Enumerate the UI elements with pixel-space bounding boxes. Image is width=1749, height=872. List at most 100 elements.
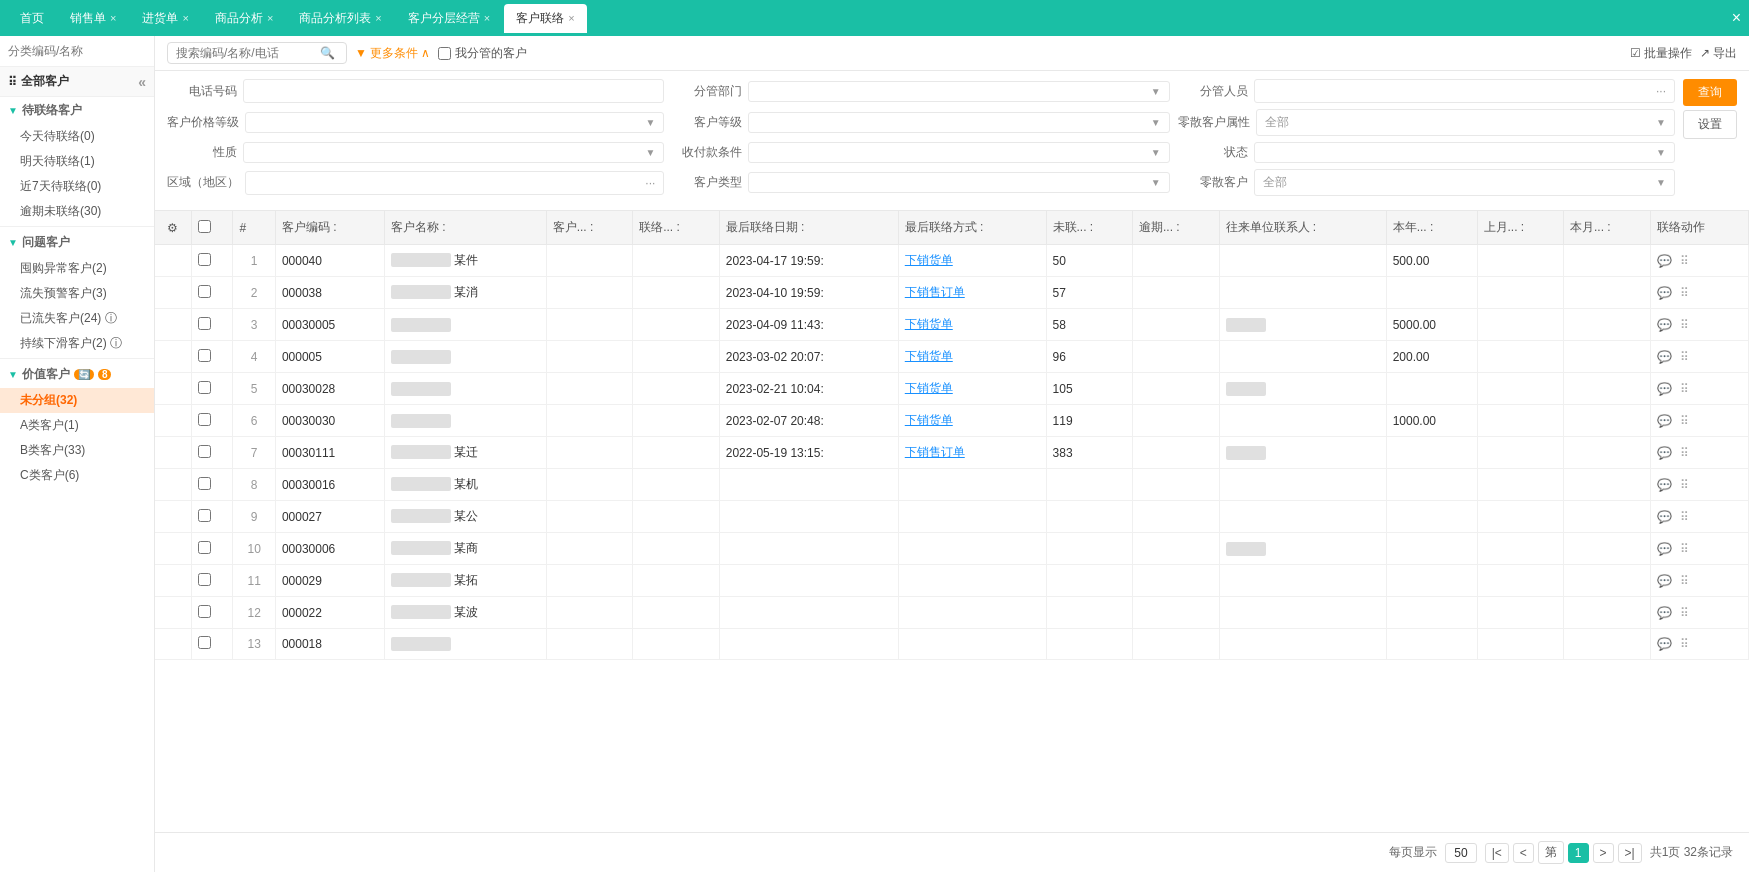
close-icon[interactable]: × (568, 12, 574, 24)
close-icon[interactable]: × (182, 12, 188, 24)
sidebar-search-input[interactable] (8, 44, 155, 58)
more-action-icon[interactable]: ⠿ (1680, 637, 1689, 651)
last-contact-method-cell[interactable] (898, 533, 1046, 565)
checkbox-cell[interactable] (191, 533, 233, 565)
price-tier-select[interactable]: ▼ (245, 112, 664, 133)
settings-column-header[interactable]: ⚙ (155, 211, 191, 245)
last-month-column-header[interactable]: 上月... : (1477, 211, 1564, 245)
last-contact-method-cell[interactable]: 下销货单 (898, 245, 1046, 277)
chevron-down-icon[interactable]: ▼ (8, 237, 18, 248)
row-checkbox[interactable] (198, 349, 211, 362)
phone-action-icon[interactable]: 💬 (1657, 318, 1672, 332)
last-contact-method-column-header[interactable]: 最后联络方式 : (898, 211, 1046, 245)
my-customers-check-input[interactable] (438, 47, 451, 60)
row-checkbox[interactable] (198, 445, 211, 458)
more-action-icon[interactable]: ⠿ (1680, 510, 1689, 524)
phone-action-icon[interactable]: 💬 (1657, 254, 1672, 268)
phone-action-icon[interactable]: 💬 (1657, 350, 1672, 364)
row-checkbox[interactable] (198, 605, 211, 618)
nav-tab-product-analysis-list[interactable]: 商品分析列表 × (287, 4, 393, 33)
last-contact-method-cell[interactable] (898, 469, 1046, 501)
customer-type-column-header[interactable]: 客户... : (546, 211, 633, 245)
query-button[interactable]: 查询 (1683, 79, 1737, 106)
search-icon[interactable]: 🔍 (320, 46, 335, 60)
phone-action-icon[interactable]: 💬 (1657, 606, 1672, 620)
row-checkbox[interactable] (198, 285, 211, 298)
un-contact-column-header[interactable]: 未联... : (1046, 211, 1133, 245)
sidebar-item-class-b[interactable]: B类客户(33) (0, 438, 154, 463)
checkbox-cell[interactable] (191, 565, 233, 597)
contact-method-link[interactable]: 下销售订单 (905, 285, 965, 299)
manager-select[interactable]: ··· (1254, 79, 1675, 103)
more-action-icon[interactable]: ⠿ (1680, 350, 1689, 364)
phone-action-icon[interactable]: 💬 (1657, 637, 1672, 651)
sidebar-item-abnormal[interactable]: 囤购异常客户(2) (0, 256, 154, 281)
contact-column-header[interactable]: 联络... : (633, 211, 720, 245)
row-checkbox[interactable] (198, 413, 211, 426)
checkbox-cell[interactable] (191, 437, 233, 469)
more-action-icon[interactable]: ⠿ (1680, 574, 1689, 588)
phone-action-icon[interactable]: 💬 (1657, 446, 1672, 460)
more-action-icon[interactable]: ⠿ (1680, 606, 1689, 620)
nature-select[interactable]: ▼ (243, 142, 664, 163)
last-contact-method-cell[interactable]: 下销货单 (898, 373, 1046, 405)
export-button[interactable]: ↗ 导出 (1700, 45, 1737, 62)
sidebar-item-week-pending[interactable]: 近7天待联络(0) (0, 174, 154, 199)
first-page-button[interactable]: |< (1485, 843, 1509, 863)
checkbox-cell[interactable] (191, 341, 233, 373)
select-all-checkbox[interactable] (198, 220, 211, 233)
more-action-icon[interactable]: ⠿ (1680, 542, 1689, 556)
last-contact-method-cell[interactable]: 下销售订单 (898, 277, 1046, 309)
batch-operation-button[interactable]: ☑ 批量操作 (1630, 45, 1692, 62)
row-checkbox[interactable] (198, 317, 211, 330)
more-action-icon[interactable]: ⠿ (1680, 254, 1689, 268)
payment-select[interactable]: ▼ (748, 142, 1169, 163)
phone-action-icon[interactable]: 💬 (1657, 478, 1672, 492)
this-year-column-header[interactable]: 本年... : (1386, 211, 1477, 245)
nav-tab-purchase[interactable]: 进货单 × (130, 4, 200, 33)
row-checkbox[interactable] (198, 636, 211, 649)
row-checkbox[interactable] (198, 573, 211, 586)
prev-page-button[interactable]: < (1513, 843, 1534, 863)
nav-tab-product-analysis[interactable]: 商品分析 × (203, 4, 285, 33)
chevron-down-icon[interactable]: ▼ (8, 369, 18, 380)
phone-action-icon[interactable]: 💬 (1657, 542, 1672, 556)
phone-action-icon[interactable]: 💬 (1657, 382, 1672, 396)
next-page-button[interactable]: > (1593, 843, 1614, 863)
more-action-icon[interactable]: ⠿ (1680, 382, 1689, 396)
last-contact-method-cell[interactable] (898, 629, 1046, 660)
last-contact-method-cell[interactable]: 下销货单 (898, 341, 1046, 373)
search-input[interactable] (176, 46, 316, 60)
row-checkbox[interactable] (198, 541, 211, 554)
more-action-icon[interactable]: ⠿ (1680, 446, 1689, 460)
last-page-button[interactable]: >| (1618, 843, 1642, 863)
sidebar-item-churn-warning[interactable]: 流失预警客户(3) (0, 281, 154, 306)
sidebar-item-overdue-contact[interactable]: 逾期未联络(30) (0, 199, 154, 224)
nav-tab-sales[interactable]: 销售单 × (58, 4, 128, 33)
checkbox-cell[interactable] (191, 245, 233, 277)
more-filters-button[interactable]: ▼ 更多条件 ∧ (355, 45, 430, 62)
row-checkbox[interactable] (198, 477, 211, 490)
contact-method-link[interactable]: 下销货单 (905, 413, 953, 427)
more-action-icon[interactable]: ⠿ (1680, 318, 1689, 332)
phone-action-icon[interactable]: 💬 (1657, 574, 1672, 588)
sidebar-item-class-a[interactable]: A类客户(1) (0, 413, 154, 438)
checkbox-cell[interactable] (191, 469, 233, 501)
retail-attr-select[interactable]: 全部 ▼ (1256, 109, 1675, 136)
checkbox-cell[interactable] (191, 501, 233, 533)
sidebar-item-churned[interactable]: 已流失客户(24) ⓘ (0, 306, 154, 331)
contact-method-link[interactable]: 下销货单 (905, 317, 953, 331)
row-checkbox[interactable] (198, 381, 211, 394)
page-size-selector[interactable]: 50 (1445, 843, 1476, 863)
checkbox-cell[interactable] (191, 597, 233, 629)
contact-method-link[interactable]: 下销售订单 (905, 445, 965, 459)
reset-button[interactable]: 设置 (1683, 110, 1737, 139)
current-page-input[interactable]: 1 (1568, 843, 1589, 863)
more-action-icon[interactable]: ⠿ (1680, 414, 1689, 428)
close-icon[interactable]: × (484, 12, 490, 24)
contact-method-link[interactable]: 下销货单 (905, 349, 953, 363)
customer-name-column-header[interactable]: 客户名称 : (384, 211, 546, 245)
last-contact-date-column-header[interactable]: 最后联络日期 : (719, 211, 898, 245)
customer-type-select[interactable]: ▼ (748, 172, 1169, 193)
status-select[interactable]: ▼ (1254, 142, 1675, 163)
